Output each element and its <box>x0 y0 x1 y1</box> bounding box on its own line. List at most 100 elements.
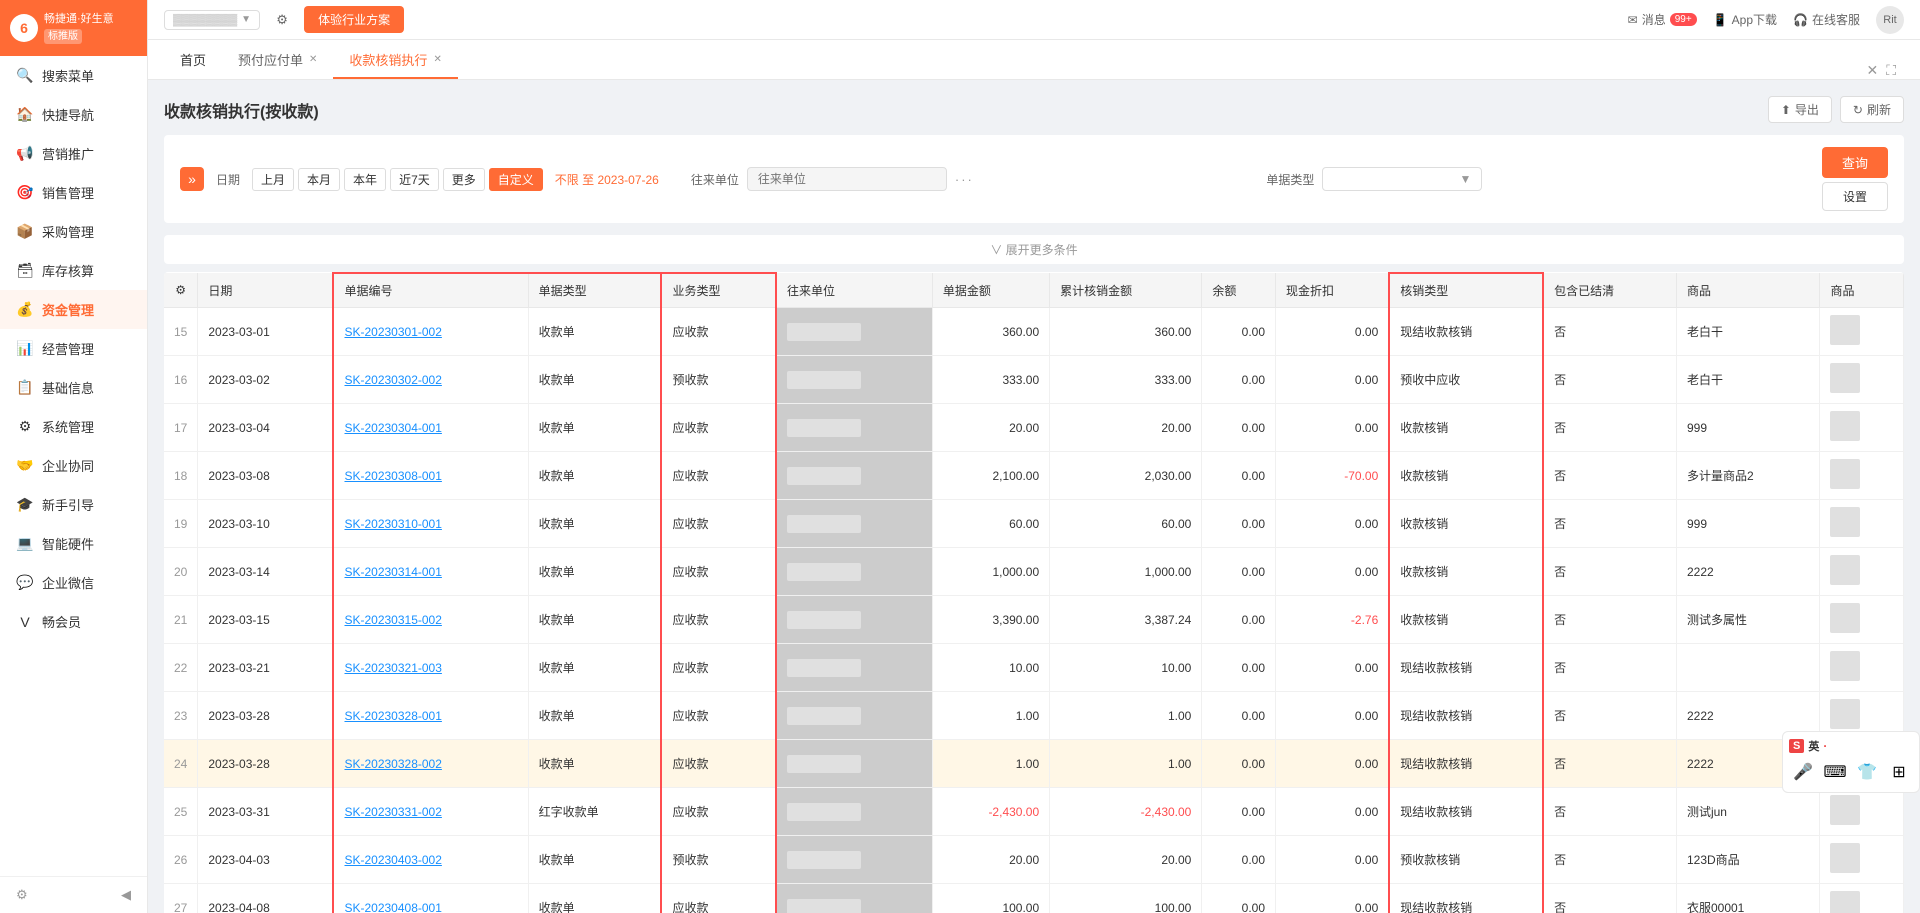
table-row: 16 2023-03-02 SK-20230302-002 收款单 预收款 ██… <box>164 356 1904 404</box>
export-button[interactable]: ⬆ 导出 <box>1768 96 1832 123</box>
row-verify-type: 收款核销 <box>1389 500 1543 548</box>
row-no: 20 <box>164 548 198 596</box>
page-content: 收款核销执行(按收款) ⬆ 导出 ↻ 刷新 » 日期 上月 本月 本年 近7天 <box>148 80 1920 913</box>
row-unit: ████ <box>776 308 932 356</box>
keyboard-icon[interactable]: ⌨ <box>1821 758 1849 786</box>
refresh-button[interactable]: ↻ 刷新 <box>1840 96 1904 123</box>
tab-pre-payment[interactable]: 预付应付单 ✕ <box>222 42 333 79</box>
row-balance: 0.00 <box>1202 548 1276 596</box>
row-cumulative: 60.00 <box>1050 500 1202 548</box>
sidebar-item-marketing[interactable]: 📢 营销推广 <box>0 134 147 173</box>
sidebar-item-guide[interactable]: 🎓 新手引导 <box>0 485 147 524</box>
row-verify-type: 现结收款核销 <box>1389 788 1543 836</box>
date-btn-custom[interactable]: 自定义 <box>489 168 543 191</box>
query-button[interactable]: 查询 <box>1822 147 1888 178</box>
tab-home[interactable]: 首页 <box>164 42 222 79</box>
row-cash-discount: 0.00 <box>1276 404 1390 452</box>
table-row: 26 2023-04-03 SK-20230403-002 收款单 预收款 ██… <box>164 836 1904 884</box>
row-unit: ████ <box>776 548 932 596</box>
filter-expand-button[interactable]: » <box>180 167 204 191</box>
date-btn-last-month[interactable]: 上月 <box>252 168 294 191</box>
tab-receivable-exec-close[interactable]: ✕ <box>433 54 441 65</box>
sidebar-item-quick-nav[interactable]: 🏠 快捷导航 <box>0 95 147 134</box>
unit-input[interactable] <box>747 167 947 191</box>
sidebar-item-system[interactable]: ⚙ 系统管理 <box>0 407 147 446</box>
table-row: 15 2023-03-01 SK-20230301-002 收款单 应收款 ██… <box>164 308 1904 356</box>
bill-type-select[interactable]: ▼ <box>1322 167 1482 191</box>
row-cash-discount: -2.76 <box>1276 596 1390 644</box>
member-icon: V <box>16 613 34 631</box>
sidebar-item-sales[interactable]: 🎯 销售管理 <box>0 173 147 212</box>
user-avatar[interactable]: Rit <box>1876 6 1904 34</box>
sidebar-item-purchase[interactable]: 📦 采购管理 <box>0 212 147 251</box>
row-verify-type: 预收中应收 <box>1389 356 1543 404</box>
row-cumulative: 1.00 <box>1050 692 1202 740</box>
sidebar-item-hardware[interactable]: 💻 智能硬件 <box>0 524 147 563</box>
sidebar-item-member[interactable]: V 畅会员 <box>0 602 147 641</box>
marketing-icon: 📢 <box>16 145 34 163</box>
tab-close-all[interactable]: ✕ <box>1866 62 1878 79</box>
row-biz-type: 应收款 <box>661 500 776 548</box>
row-verify-type: 收款核销 <box>1389 452 1543 500</box>
row-unit: ████ <box>776 740 932 788</box>
mic-icon[interactable]: 🎤 <box>1789 758 1817 786</box>
message-button[interactable]: ✉ 消息 99+ <box>1628 11 1697 28</box>
logo-text: 畅捷通·好生意 标推版 <box>44 12 114 43</box>
row-amount: 360.00 <box>932 308 1049 356</box>
date-btn-7days[interactable]: 近7天 <box>390 168 439 191</box>
bill-type-filter: 单据类型 ▼ <box>1266 167 1810 191</box>
row-biz-type: 应收款 <box>661 548 776 596</box>
row-cash-discount: 0.00 <box>1276 356 1390 404</box>
main-content: ▓▓▓▓▓▓▓▓ ▼ ⚙ 体验行业方案 ✉ 消息 99+ 📱 App下载 🎧 在… <box>148 0 1920 913</box>
online-service-button[interactable]: 🎧 在线客服 <box>1793 11 1860 28</box>
collapse-icon[interactable]: ◀ <box>121 887 131 903</box>
row-amount: -2,430.00 <box>932 788 1049 836</box>
row-product: 老白干 <box>1676 356 1819 404</box>
row-include-settled: 否 <box>1543 836 1676 884</box>
row-product-img <box>1820 308 1904 356</box>
row-include-settled: 否 <box>1543 308 1676 356</box>
bill-type-label: 单据类型 <box>1266 171 1314 188</box>
sidebar-item-search[interactable]: 🔍 搜索菜单 <box>0 56 147 95</box>
industry-solution-button[interactable]: 体验行业方案 <box>304 6 404 33</box>
topbar-select[interactable]: ▓▓▓▓▓▓▓▓ ▼ <box>164 10 260 30</box>
th-gear[interactable]: ⚙ <box>164 273 198 308</box>
sidebar-item-finance[interactable]: 💰 资金管理 <box>0 290 147 329</box>
row-no: 26 <box>164 836 198 884</box>
app-download-button[interactable]: 📱 App下载 <box>1713 11 1777 28</box>
sidebar-item-inventory[interactable]: 🗃 库存核算 <box>0 251 147 290</box>
row-biz-type: 应收款 <box>661 596 776 644</box>
row-product-img <box>1820 596 1904 644</box>
setting-button[interactable]: 设置 <box>1822 182 1888 211</box>
date-btn-this-month[interactable]: 本月 <box>298 168 340 191</box>
unit-label: 往来单位 <box>691 171 739 188</box>
row-cumulative: 100.00 <box>1050 884 1202 913</box>
row-verify-type: 现结收款核销 <box>1389 308 1543 356</box>
tab-expand[interactable]: ⛶ <box>1886 62 1896 79</box>
apps-icon[interactable]: ⊞ <box>1885 758 1913 786</box>
table-row: 20 2023-03-14 SK-20230314-001 收款单 应收款 ██… <box>164 548 1904 596</box>
sidebar-item-enterprise[interactable]: 🤝 企业协同 <box>0 446 147 485</box>
row-date: 2023-04-08 <box>198 884 334 913</box>
th-unit: 往来单位 <box>776 273 932 308</box>
row-bill-type: 收款单 <box>528 596 661 644</box>
search-icon: 🔍 <box>16 67 34 85</box>
th-product: 商品 <box>1676 273 1819 308</box>
date-btn-more[interactable]: 更多 <box>443 168 485 191</box>
settings-icon[interactable]: ⚙ <box>16 887 28 903</box>
sidebar-item-operation[interactable]: 📊 经营管理 <box>0 329 147 368</box>
tab-receivable-exec[interactable]: 收款核销执行 ✕ <box>333 42 457 79</box>
row-amount: 1,000.00 <box>932 548 1049 596</box>
tab-bar: 首页 预付应付单 ✕ 收款核销执行 ✕ ✕ ⛶ <box>148 40 1920 80</box>
tshirt-icon[interactable]: 👕 <box>1853 758 1881 786</box>
sidebar-item-basic[interactable]: 📋 基础信息 <box>0 368 147 407</box>
tab-pre-payment-close[interactable]: ✕ <box>309 54 317 65</box>
sales-icon: 🎯 <box>16 184 34 202</box>
table-row: 17 2023-03-04 SK-20230304-001 收款单 应收款 ██… <box>164 404 1904 452</box>
gear-button[interactable]: ⚙ <box>268 6 296 34</box>
expand-conditions-button[interactable]: ∨ 展开更多条件 <box>164 235 1904 264</box>
row-balance: 0.00 <box>1202 836 1276 884</box>
sidebar-item-wechat[interactable]: 💬 企业微信 <box>0 563 147 602</box>
sidebar-logo: 6 畅捷通·好生意 标推版 <box>0 0 147 56</box>
date-btn-this-year[interactable]: 本年 <box>344 168 386 191</box>
